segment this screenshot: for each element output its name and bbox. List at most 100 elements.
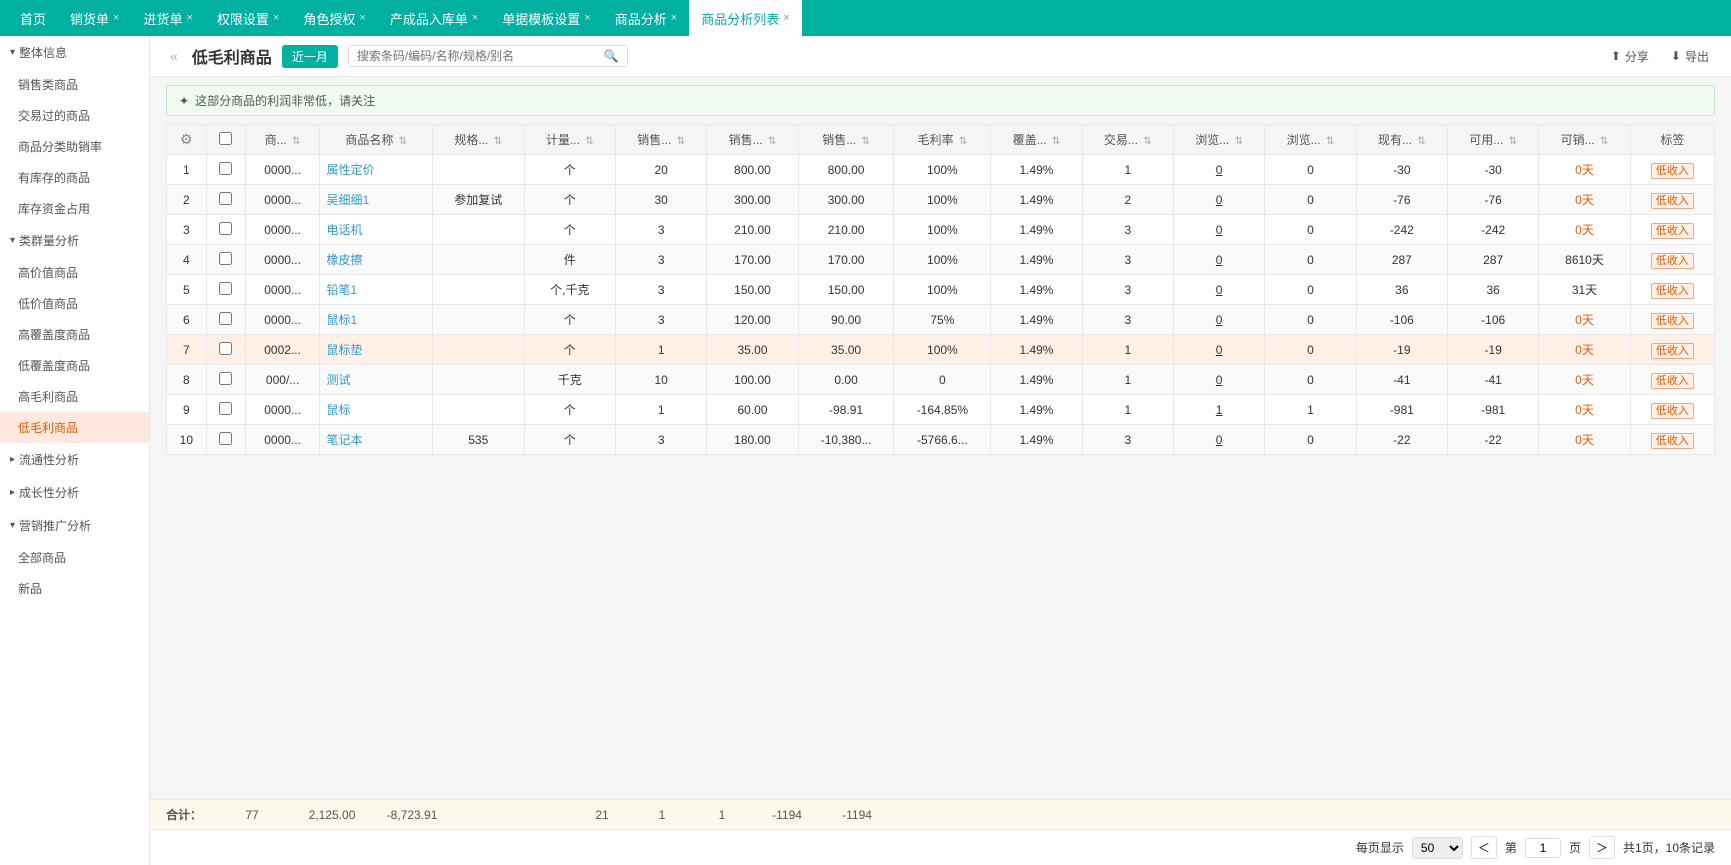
row-browse1-6[interactable]: 0: [1173, 335, 1264, 365]
search-icon[interactable]: 🔍: [604, 49, 619, 63]
page-input[interactable]: [1525, 838, 1561, 858]
row-check-9[interactable]: [219, 432, 232, 445]
sidebar-item-all-goods[interactable]: 全部商品: [0, 542, 149, 573]
nav-roles-close[interactable]: ×: [359, 12, 365, 24]
nav-goods-analysis-close[interactable]: ×: [671, 12, 677, 24]
th-sales-qty[interactable]: 销售... ⇅: [615, 125, 706, 155]
select-all-checkbox[interactable]: [219, 132, 232, 145]
sidebar-item-high-margin[interactable]: 高毛利商品: [0, 381, 149, 412]
sidebar-item-high-value[interactable]: 高价值商品: [0, 257, 149, 288]
row-check-4[interactable]: [219, 282, 232, 295]
th-name[interactable]: 商品名称 ⇅: [320, 125, 432, 155]
row-browse1-7[interactable]: 0: [1173, 365, 1264, 395]
th-available[interactable]: 可用... ⇅: [1448, 125, 1539, 155]
row-browse1-2[interactable]: 0: [1173, 215, 1264, 245]
row-checkbox-8[interactable]: [206, 395, 245, 425]
row-check-3[interactable]: [219, 252, 232, 265]
nav-goods-list-close[interactable]: ×: [783, 12, 789, 24]
sidebar-item-sales-goods[interactable]: 销售类商品: [0, 69, 149, 100]
nav-purchase[interactable]: 进货单 ×: [131, 0, 204, 36]
row-browse1-9[interactable]: 0: [1173, 425, 1264, 455]
row-checkbox-1[interactable]: [206, 185, 245, 215]
row-name-6[interactable]: 鼠标垫: [320, 335, 432, 365]
th-coverage[interactable]: 覆盖... ⇅: [991, 125, 1082, 155]
nav-products[interactable]: 产成品入库单 ×: [378, 0, 490, 36]
th-browse1[interactable]: 浏览... ⇅: [1173, 125, 1264, 155]
row-check-8[interactable]: [219, 402, 232, 415]
row-browse1-3[interactable]: 0: [1173, 245, 1264, 275]
per-page-select[interactable]: 50 20 100: [1412, 837, 1463, 859]
nav-roles[interactable]: 角色授权 ×: [291, 0, 377, 36]
sidebar-section-marketing[interactable]: ▾ 营销推广分析: [0, 509, 149, 542]
th-sales-price[interactable]: 销售... ⇅: [707, 125, 798, 155]
nav-templates[interactable]: 单据模板设置 ×: [490, 0, 602, 36]
row-checkbox-0[interactable]: [206, 155, 245, 185]
row-checkbox-3[interactable]: [206, 245, 245, 275]
nav-permissions[interactable]: 权限设置 ×: [205, 0, 291, 36]
row-browse1-8[interactable]: 1: [1173, 395, 1264, 425]
filter-recent-month[interactable]: 近一月: [282, 45, 338, 68]
prev-page-btn[interactable]: ＜: [1471, 836, 1497, 859]
th-spec[interactable]: 规格... ⇅: [432, 125, 524, 155]
th-settings[interactable]: ⚙: [167, 125, 207, 155]
sidebar-item-new-goods[interactable]: 新品: [0, 573, 149, 604]
nav-sales-close[interactable]: ×: [113, 12, 119, 24]
row-name-9[interactable]: 笔记本: [320, 425, 432, 455]
nav-templates-close[interactable]: ×: [584, 12, 590, 24]
settings-icon[interactable]: ⚙: [180, 131, 193, 147]
row-name-1[interactable]: 吴细细1: [320, 185, 432, 215]
nav-goods-analysis[interactable]: 商品分析 ×: [603, 0, 689, 36]
sidebar-item-high-coverage[interactable]: 高覆盖度商品: [0, 319, 149, 350]
row-name-3[interactable]: 橡皮擦: [320, 245, 432, 275]
row-check-0[interactable]: [219, 162, 232, 175]
row-name-4[interactable]: 铅笔1: [320, 275, 432, 305]
row-checkbox-9[interactable]: [206, 425, 245, 455]
nav-goods-list[interactable]: 商品分析列表 ×: [689, 0, 801, 36]
nav-purchase-close[interactable]: ×: [186, 12, 192, 24]
th-trade[interactable]: 交易... ⇅: [1082, 125, 1173, 155]
export-button[interactable]: ⬇ 导出: [1665, 45, 1715, 68]
th-unit[interactable]: 计量... ⇅: [524, 125, 615, 155]
sidebar-section-cluster[interactable]: ▾ 类群量分析: [0, 224, 149, 257]
nav-home[interactable]: 首页: [8, 0, 58, 36]
sidebar-item-traded-goods[interactable]: 交易过的商品: [0, 100, 149, 131]
sidebar-item-low-margin[interactable]: 低毛利商品: [0, 412, 149, 443]
nav-sales[interactable]: 销货单 ×: [58, 0, 131, 36]
sidebar-collapse-btn[interactable]: «: [166, 44, 182, 68]
row-name-0[interactable]: 属性定价: [320, 155, 432, 185]
row-check-5[interactable]: [219, 312, 232, 325]
row-name-7[interactable]: 测试: [320, 365, 432, 395]
sidebar-section-overall[interactable]: ▾ 整体信息: [0, 36, 149, 69]
row-check-7[interactable]: [219, 372, 232, 385]
row-name-2[interactable]: 电话机: [320, 215, 432, 245]
row-checkbox-5[interactable]: [206, 305, 245, 335]
sidebar-item-low-value[interactable]: 低价值商品: [0, 288, 149, 319]
row-browse1-5[interactable]: 0: [1173, 305, 1264, 335]
search-input[interactable]: [357, 49, 600, 63]
row-browse1-0[interactable]: 0: [1173, 155, 1264, 185]
row-name-5[interactable]: 鼠标1: [320, 305, 432, 335]
sidebar-item-inventory-capital[interactable]: 库存资金占用: [0, 193, 149, 224]
sidebar-section-flow[interactable]: ▸ 流通性分析: [0, 443, 149, 476]
nav-products-close[interactable]: ×: [472, 12, 478, 24]
sidebar-item-category-rate[interactable]: 商品分类助销率: [0, 131, 149, 162]
row-check-1[interactable]: [219, 192, 232, 205]
sidebar-item-low-coverage[interactable]: 低覆盖度商品: [0, 350, 149, 381]
row-check-6[interactable]: [219, 342, 232, 355]
th-gross-rate[interactable]: 毛利率 ⇅: [894, 125, 991, 155]
sidebar-item-inventory-goods[interactable]: 有库存的商品: [0, 162, 149, 193]
row-browse1-4[interactable]: 0: [1173, 275, 1264, 305]
nav-permissions-close[interactable]: ×: [273, 12, 279, 24]
row-browse1-1[interactable]: 0: [1173, 185, 1264, 215]
row-checkbox-6[interactable]: [206, 335, 245, 365]
row-checkbox-2[interactable]: [206, 215, 245, 245]
th-browse2[interactable]: 浏览... ⇅: [1265, 125, 1356, 155]
th-saleable[interactable]: 可销... ⇅: [1539, 125, 1630, 155]
th-sales-amount[interactable]: 销售... ⇅: [798, 125, 894, 155]
sidebar-section-growth[interactable]: ▸ 成长性分析: [0, 476, 149, 509]
th-current-stock[interactable]: 现有... ⇅: [1356, 125, 1447, 155]
next-page-btn[interactable]: ＞: [1589, 836, 1615, 859]
row-check-2[interactable]: [219, 222, 232, 235]
th-code[interactable]: 商... ⇅: [245, 125, 320, 155]
row-name-8[interactable]: 鼠标: [320, 395, 432, 425]
